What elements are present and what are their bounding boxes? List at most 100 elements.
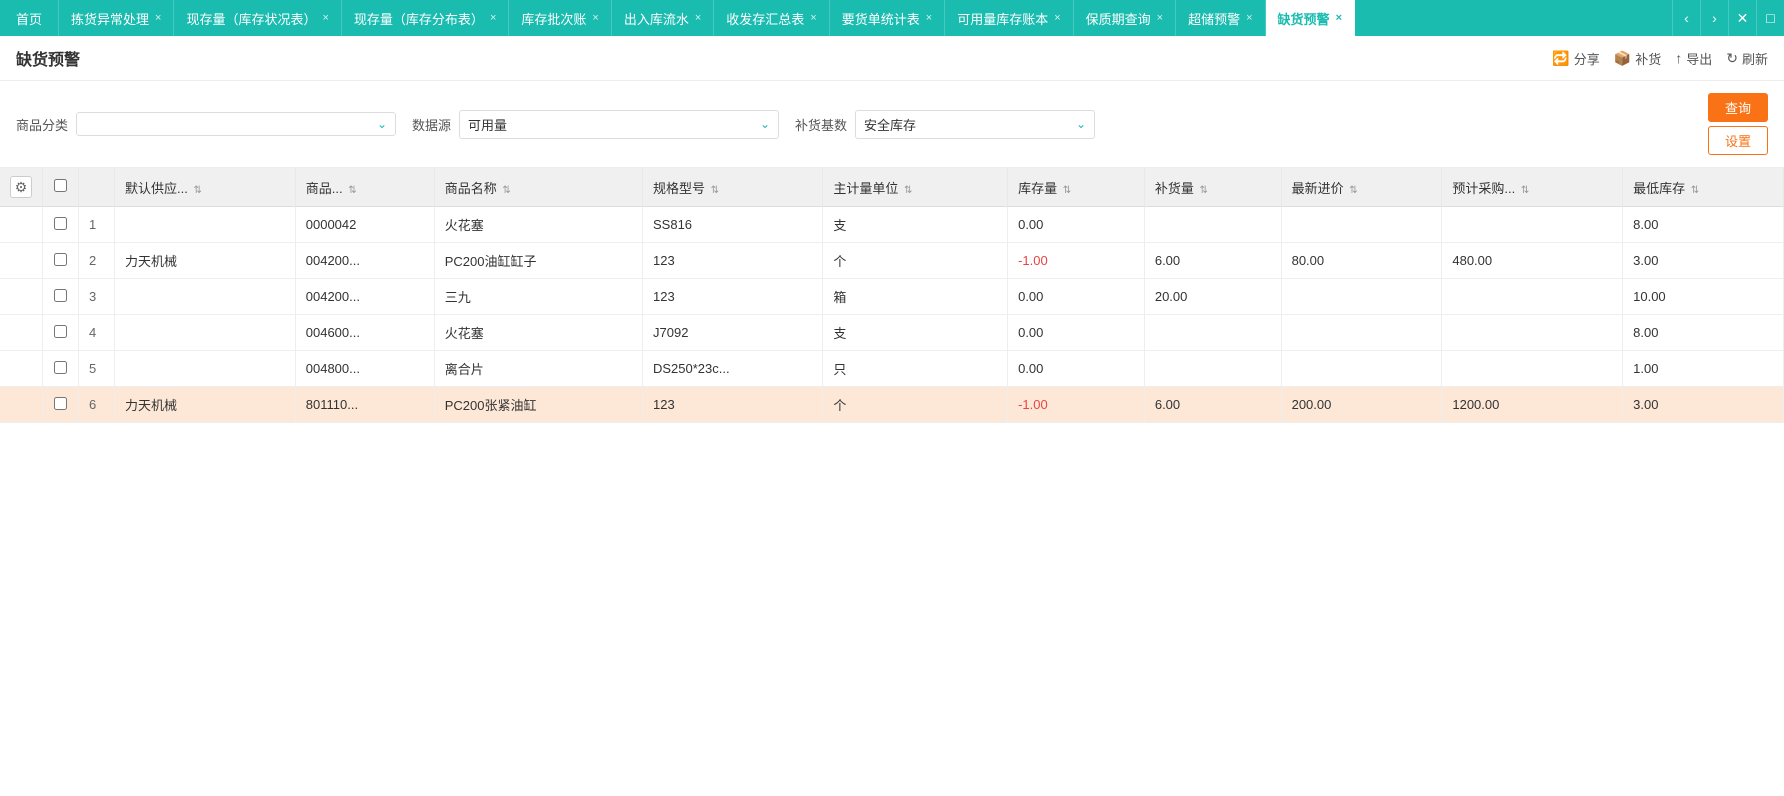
query-button[interactable]: 查询 bbox=[1708, 93, 1768, 122]
tab-close-demand-stat[interactable]: × bbox=[926, 12, 932, 24]
row-checkbox-2[interactable] bbox=[54, 289, 67, 302]
row-num: 6 bbox=[79, 387, 115, 423]
tab-label-inventory-status: 现存量（库存状况表） bbox=[186, 9, 316, 28]
col-num bbox=[79, 168, 115, 207]
tab-abnormal[interactable]: 拣货异常处理 × bbox=[59, 0, 174, 36]
tab-label-shortage: 缺货预警 bbox=[1278, 9, 1330, 28]
col-supplier[interactable]: 默认供应... ⇅ bbox=[115, 168, 296, 207]
tab-close-collect-summary[interactable]: × bbox=[810, 12, 816, 24]
replenish-btn[interactable]: 📦 补货 bbox=[1614, 49, 1661, 68]
tab-close-expiry-query[interactable]: × bbox=[1157, 12, 1163, 24]
row-replenish-qty: 6.00 bbox=[1144, 243, 1281, 279]
row-stock: 0.00 bbox=[1008, 351, 1145, 387]
tab-inventory-dist[interactable]: 现存量（库存分布表） × bbox=[342, 0, 509, 36]
tab-close-inventory-dist[interactable]: × bbox=[490, 12, 496, 24]
row-spec: 123 bbox=[643, 279, 823, 315]
row-checkbox-5[interactable] bbox=[54, 397, 67, 410]
table-row: 4 004600... 火花塞 J7092 支 0.00 8.00 bbox=[0, 315, 1784, 351]
row-latest-price bbox=[1281, 351, 1442, 387]
tab-close-inventory-status[interactable]: × bbox=[322, 12, 328, 24]
tab-inventory-status[interactable]: 现存量（库存状况表） × bbox=[174, 0, 341, 36]
tab-collect-summary[interactable]: 收发存汇总表 × bbox=[714, 0, 829, 36]
col-spec[interactable]: 规格型号 ⇅ bbox=[643, 168, 823, 207]
row-min-stock: 8.00 bbox=[1623, 207, 1784, 243]
tab-home[interactable]: 首页 bbox=[0, 0, 59, 36]
col-latest-price[interactable]: 最新进价 ⇅ bbox=[1281, 168, 1442, 207]
row-unit: 支 bbox=[823, 315, 1008, 351]
col-stock[interactable]: 库存量 ⇅ bbox=[1008, 168, 1145, 207]
column-settings-btn[interactable]: ⚙ bbox=[10, 176, 32, 198]
category-select[interactable]: ⌄ bbox=[76, 112, 396, 136]
col-stock-label: 库存量 bbox=[1018, 181, 1057, 196]
row-stock: -1.00 bbox=[1008, 387, 1145, 423]
row-supplier: 力天机械 bbox=[115, 243, 296, 279]
col-product-name[interactable]: 商品名称 ⇅ bbox=[434, 168, 642, 207]
row-num: 3 bbox=[79, 279, 115, 315]
share-btn[interactable]: 🔁 分享 bbox=[1552, 49, 1599, 68]
tab-label-inout-flow: 出入库流水 bbox=[624, 9, 689, 28]
col-product-code-label: 商品... bbox=[306, 181, 343, 196]
row-gear-cell bbox=[0, 387, 43, 423]
tab-close-shortage[interactable]: × bbox=[1336, 12, 1342, 24]
table-row: 2 力天机械 004200... PC200油缸缸子 123 个 -1.00 6… bbox=[0, 243, 1784, 279]
col-unit[interactable]: 主计量单位 ⇅ bbox=[823, 168, 1008, 207]
settings-button[interactable]: 设置 bbox=[1708, 126, 1768, 155]
col-product-code[interactable]: 商品... ⇅ bbox=[295, 168, 434, 207]
row-est-purchase bbox=[1442, 315, 1623, 351]
tab-close-btn[interactable]: ✕ bbox=[1728, 0, 1756, 36]
tab-next-btn[interactable]: › bbox=[1700, 0, 1728, 36]
home-tab-label: 首页 bbox=[16, 9, 42, 28]
tab-close-available-ledger[interactable]: × bbox=[1054, 12, 1060, 24]
tab-fullscreen-btn[interactable]: □ bbox=[1756, 0, 1784, 36]
tab-shortage[interactable]: 缺货预警 × bbox=[1266, 0, 1355, 36]
tab-overstock[interactable]: 超储预警 × bbox=[1176, 0, 1265, 36]
tab-label-expiry-query: 保质期查询 bbox=[1086, 9, 1151, 28]
datasource-select[interactable]: 可用量 ⌄ bbox=[459, 110, 779, 139]
row-checkbox-1[interactable] bbox=[54, 253, 67, 266]
export-icon: ↑ bbox=[1675, 50, 1682, 66]
tab-label-batch-account: 库存批次账 bbox=[521, 9, 586, 28]
row-est-purchase bbox=[1442, 279, 1623, 315]
row-min-stock: 1.00 bbox=[1623, 351, 1784, 387]
col-replenish-qty[interactable]: 补货量 ⇅ bbox=[1144, 168, 1281, 207]
refresh-btn[interactable]: ↻ 刷新 bbox=[1726, 49, 1768, 68]
row-est-purchase: 1200.00 bbox=[1442, 387, 1623, 423]
tab-demand-stat[interactable]: 要货单统计表 × bbox=[830, 0, 945, 36]
sort-min-stock-icon: ⇅ bbox=[1691, 185, 1699, 196]
row-spec: 123 bbox=[643, 387, 823, 423]
row-checkbox-4[interactable] bbox=[54, 361, 67, 374]
tab-close-batch-account[interactable]: × bbox=[592, 12, 598, 24]
row-checkbox-3[interactable] bbox=[54, 325, 67, 338]
filter-bar: 商品分类 ⌄ 数据源 可用量 ⌄ 补货基数 安全库存 ⌄ 查询 设置 bbox=[0, 81, 1784, 168]
replenish-filter-group: 补货基数 安全库存 ⌄ bbox=[795, 110, 1095, 139]
tab-inout-flow[interactable]: 出入库流水 × bbox=[612, 0, 714, 36]
tab-close-abnormal[interactable]: × bbox=[155, 12, 161, 24]
tab-expiry-query[interactable]: 保质期查询 × bbox=[1074, 0, 1176, 36]
replenish-select[interactable]: 安全库存 ⌄ bbox=[855, 110, 1095, 139]
row-gear-cell bbox=[0, 207, 43, 243]
category-chevron-icon: ⌄ bbox=[377, 117, 387, 131]
tab-prev-btn[interactable]: ‹ bbox=[1672, 0, 1700, 36]
col-est-purchase[interactable]: 预计采购... ⇅ bbox=[1442, 168, 1623, 207]
export-btn[interactable]: ↑ 导出 bbox=[1675, 49, 1712, 68]
row-replenish-qty bbox=[1144, 351, 1281, 387]
sort-latest-price-icon: ⇅ bbox=[1349, 185, 1357, 196]
tab-close-inout-flow[interactable]: × bbox=[695, 12, 701, 24]
tab-available-ledger[interactable]: 可用量库存账本 × bbox=[945, 0, 1073, 36]
tab-batch-account[interactable]: 库存批次账 × bbox=[509, 0, 611, 36]
share-label: 分享 bbox=[1574, 49, 1600, 68]
col-min-stock[interactable]: 最低库存 ⇅ bbox=[1623, 168, 1784, 207]
sort-replenish-qty-icon: ⇅ bbox=[1199, 185, 1207, 196]
table-container: ⚙ 默认供应... ⇅ 商品... ⇅ bbox=[0, 168, 1784, 423]
row-unit: 箱 bbox=[823, 279, 1008, 315]
refresh-icon: ↻ bbox=[1726, 50, 1738, 67]
row-latest-price bbox=[1281, 315, 1442, 351]
tab-close-overstock[interactable]: × bbox=[1246, 12, 1252, 24]
row-product-name: 离合片 bbox=[434, 351, 642, 387]
row-latest-price bbox=[1281, 207, 1442, 243]
row-supplier bbox=[115, 207, 296, 243]
row-stock: 0.00 bbox=[1008, 207, 1145, 243]
row-min-stock: 8.00 bbox=[1623, 315, 1784, 351]
select-all-checkbox[interactable] bbox=[54, 179, 67, 192]
row-checkbox-0[interactable] bbox=[54, 217, 67, 230]
